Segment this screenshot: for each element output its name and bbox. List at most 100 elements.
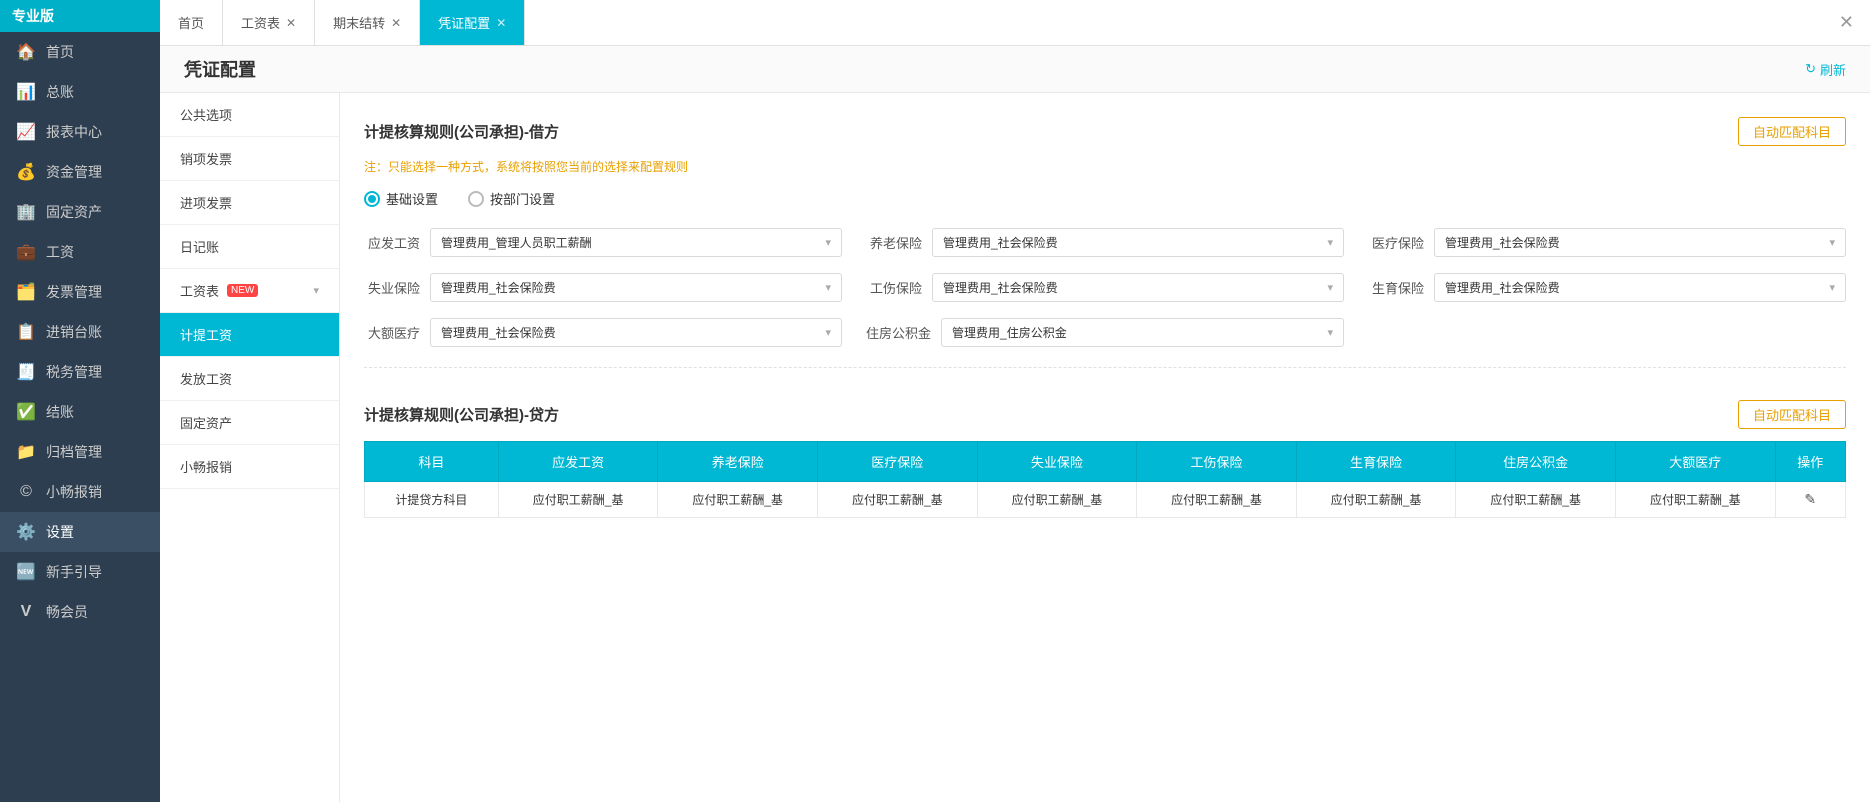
fund-icon: 💰 <box>16 162 36 182</box>
field-unemployment: 失业保险 管理费用_社会保险费 ▾ <box>364 273 842 302</box>
radio-basic-circle <box>364 191 380 207</box>
field-salary: 应发工资 管理费用_管理人员职工薪酬 ▾ <box>364 228 842 257</box>
fixed-assets-icon: 🏢 <box>16 202 36 222</box>
td-salary: 应付职工薪酬_基 <box>498 482 658 518</box>
edit-icon[interactable]: ✎ <box>1804 491 1816 507</box>
refresh-button[interactable]: ↻ 刷新 <box>1805 60 1846 79</box>
nav-cancel-invoice[interactable]: 销项发票 <box>160 137 339 181</box>
select-medical[interactable]: 管理费用_社会保险费 ▾ <box>1434 228 1846 257</box>
right-content: 计提核算规则(公司承担)-借方 自动匹配科目 注：只能选择一种方式，系统将按照您… <box>340 93 1870 802</box>
left-nav: 公共选项 销项发票 进项发票 日记账 工资表 NEW ▾ 计提工资 <box>160 93 340 802</box>
credit-table: 科目 应发工资 养老保险 医疗保险 失业保险 工伤保险 生育保险 住房公积金 大… <box>364 441 1846 518</box>
sidebar-item-fund[interactable]: 💰 资金管理 <box>0 152 160 192</box>
select-pension[interactable]: 管理费用_社会保险费 ▾ <box>932 228 1344 257</box>
td-action[interactable]: ✎ <box>1775 482 1845 518</box>
select-work-injury[interactable]: 管理费用_社会保险费 ▾ <box>932 273 1344 302</box>
label-medical: 医疗保险 <box>1368 233 1424 252</box>
radio-group: 基础设置 按部门设置 <box>364 189 1846 208</box>
td-maternity: 应付职工薪酬_基 <box>1296 482 1456 518</box>
tab-period-carry[interactable]: 期末结转 ✕ <box>315 0 420 45</box>
invoice-icon: 🗂️ <box>16 282 36 302</box>
select-salary[interactable]: 管理费用_管理人员职工薪酬 ▾ <box>430 228 842 257</box>
sidebar-item-settlement[interactable]: ✅ 结账 <box>0 392 160 432</box>
sidebar-item-purchase-sales[interactable]: 📋 进销台账 <box>0 312 160 352</box>
td-pension: 应付职工薪酬_基 <box>658 482 818 518</box>
sidebar-item-invoice[interactable]: 🗂️ 发票管理 <box>0 272 160 312</box>
chevron-down-icon: ▾ <box>1327 326 1333 339</box>
select-unemployment[interactable]: 管理费用_社会保险费 ▾ <box>430 273 842 302</box>
app-title: 专业版 <box>0 0 160 32</box>
select-maternity[interactable]: 管理费用_社会保险费 ▾ <box>1434 273 1846 302</box>
radio-department-circle <box>468 191 484 207</box>
sidebar-item-guide[interactable]: 🆕 新手引导 <box>0 552 160 592</box>
close-all-button[interactable]: ✕ <box>1823 0 1870 45</box>
nav-public-options[interactable]: 公共选项 <box>160 93 339 137</box>
sidebar-item-report-center[interactable]: 📈 报表中心 <box>0 112 160 152</box>
credit-auto-match-button[interactable]: 自动匹配科目 <box>1738 400 1846 429</box>
close-period-carry-icon[interactable]: ✕ <box>391 16 401 30</box>
chevron-down-icon: ▾ <box>313 284 319 297</box>
purchase-sales-icon: 📋 <box>16 322 36 342</box>
nav-fixed-assets[interactable]: 固定资产 <box>160 401 339 445</box>
sidebar-item-home[interactable]: 🏠 首页 <box>0 32 160 72</box>
td-work-injury: 应付职工薪酬_基 <box>1137 482 1297 518</box>
debit-section: 计提核算规则(公司承担)-借方 自动匹配科目 注：只能选择一种方式，系统将按照您… <box>364 117 1846 368</box>
nav-pay-salary[interactable]: 发放工资 <box>160 357 339 401</box>
td-unemployment: 应付职工薪酬_基 <box>977 482 1137 518</box>
th-salary: 应发工资 <box>498 442 658 482</box>
select-housing-fund[interactable]: 管理费用_住房公积金 ▾ <box>941 318 1344 347</box>
td-major-medical: 应付职工薪酬_基 <box>1615 482 1775 518</box>
page-header: 凭证配置 ↻ 刷新 <box>160 46 1870 93</box>
tab-voucher-config[interactable]: 凭证配置 ✕ <box>420 0 525 45</box>
sidebar-item-vip[interactable]: V 畅会员 <box>0 592 160 632</box>
field-work-injury: 工伤保险 管理费用_社会保险费 ▾ <box>866 273 1344 302</box>
debit-form-row-2: 失业保险 管理费用_社会保险费 ▾ 工伤保险 管理费用_社会保险费 ▾ <box>364 273 1846 302</box>
field-maternity: 生育保险 管理费用_社会保险费 ▾ <box>1368 273 1846 302</box>
nav-xiao-chang[interactable]: 小畅报销 <box>160 445 339 489</box>
sidebar-item-general-ledger[interactable]: 📊 总账 <box>0 72 160 112</box>
radio-department[interactable]: 按部门设置 <box>468 189 555 208</box>
sidebar-item-archive[interactable]: 📁 归档管理 <box>0 432 160 472</box>
credit-section-title: 计提核算规则(公司承担)-贷方 <box>364 404 559 425</box>
chevron-down-icon: ▾ <box>825 236 831 249</box>
th-action: 操作 <box>1775 442 1845 482</box>
nav-salary-table[interactable]: 工资表 NEW ▾ <box>160 269 339 313</box>
page-title: 凭证配置 <box>184 56 256 82</box>
sidebar-item-fixed-assets[interactable]: 🏢 固定资产 <box>0 192 160 232</box>
nav-calc-salary[interactable]: 计提工资 <box>160 313 339 357</box>
label-unemployment: 失业保险 <box>364 278 420 297</box>
radio-basic[interactable]: 基础设置 <box>364 189 438 208</box>
close-salary-table-icon[interactable]: ✕ <box>286 16 296 30</box>
td-medical: 应付职工薪酬_基 <box>818 482 978 518</box>
main-area: 首页 工资表 ✕ 期末结转 ✕ 凭证配置 ✕ ✕ 凭证配置 ↻ 刷新 公共选项 <box>160 0 1870 802</box>
sidebar-item-tax[interactable]: 🧾 税务管理 <box>0 352 160 392</box>
home-icon: 🏠 <box>16 42 36 62</box>
sidebar-item-xiao-chang[interactable]: © 小畅报销 <box>0 472 160 512</box>
field-medical: 医疗保险 管理费用_社会保险费 ▾ <box>1368 228 1846 257</box>
sidebar-item-salary[interactable]: 💼 工资 <box>0 232 160 272</box>
nav-journal[interactable]: 日记账 <box>160 225 339 269</box>
archive-icon: 📁 <box>16 442 36 462</box>
credit-section: 计提核算规则(公司承担)-贷方 自动匹配科目 科目 应发工资 养老保险 医疗保险… <box>364 400 1846 518</box>
notice-text: 注：只能选择一种方式，系统将按照您当前的选择来配置规则 <box>364 158 1846 175</box>
tab-bar: 首页 工资表 ✕ 期末结转 ✕ 凭证配置 ✕ ✕ <box>160 0 1870 46</box>
chevron-down-icon: ▾ <box>1327 236 1333 249</box>
nav-input-invoice[interactable]: 进项发票 <box>160 181 339 225</box>
label-major-medical: 大额医疗 <box>364 323 420 342</box>
debit-auto-match-button[interactable]: 自动匹配科目 <box>1738 117 1846 146</box>
settings-icon: ⚙️ <box>16 522 36 542</box>
general-ledger-icon: 📊 <box>16 82 36 102</box>
select-major-medical[interactable]: 管理费用_社会保险费 ▾ <box>430 318 842 347</box>
sidebar-item-settings[interactable]: ⚙️ 设置 <box>0 512 160 552</box>
tab-salary-table[interactable]: 工资表 ✕ <box>223 0 315 45</box>
field-pension: 养老保险 管理费用_社会保险费 ▾ <box>866 228 1344 257</box>
table-row: 计提贷方科目 应付职工薪酬_基 应付职工薪酬_基 应付职工薪酬_基 应付职工薪酬… <box>365 482 1846 518</box>
th-subject: 科目 <box>365 442 499 482</box>
label-maternity: 生育保险 <box>1368 278 1424 297</box>
close-voucher-config-icon[interactable]: ✕ <box>496 16 506 30</box>
th-unemployment: 失业保险 <box>977 442 1137 482</box>
tab-home[interactable]: 首页 <box>160 0 223 45</box>
th-pension: 养老保险 <box>658 442 818 482</box>
label-salary: 应发工资 <box>364 233 420 252</box>
th-major-medical: 大额医疗 <box>1615 442 1775 482</box>
